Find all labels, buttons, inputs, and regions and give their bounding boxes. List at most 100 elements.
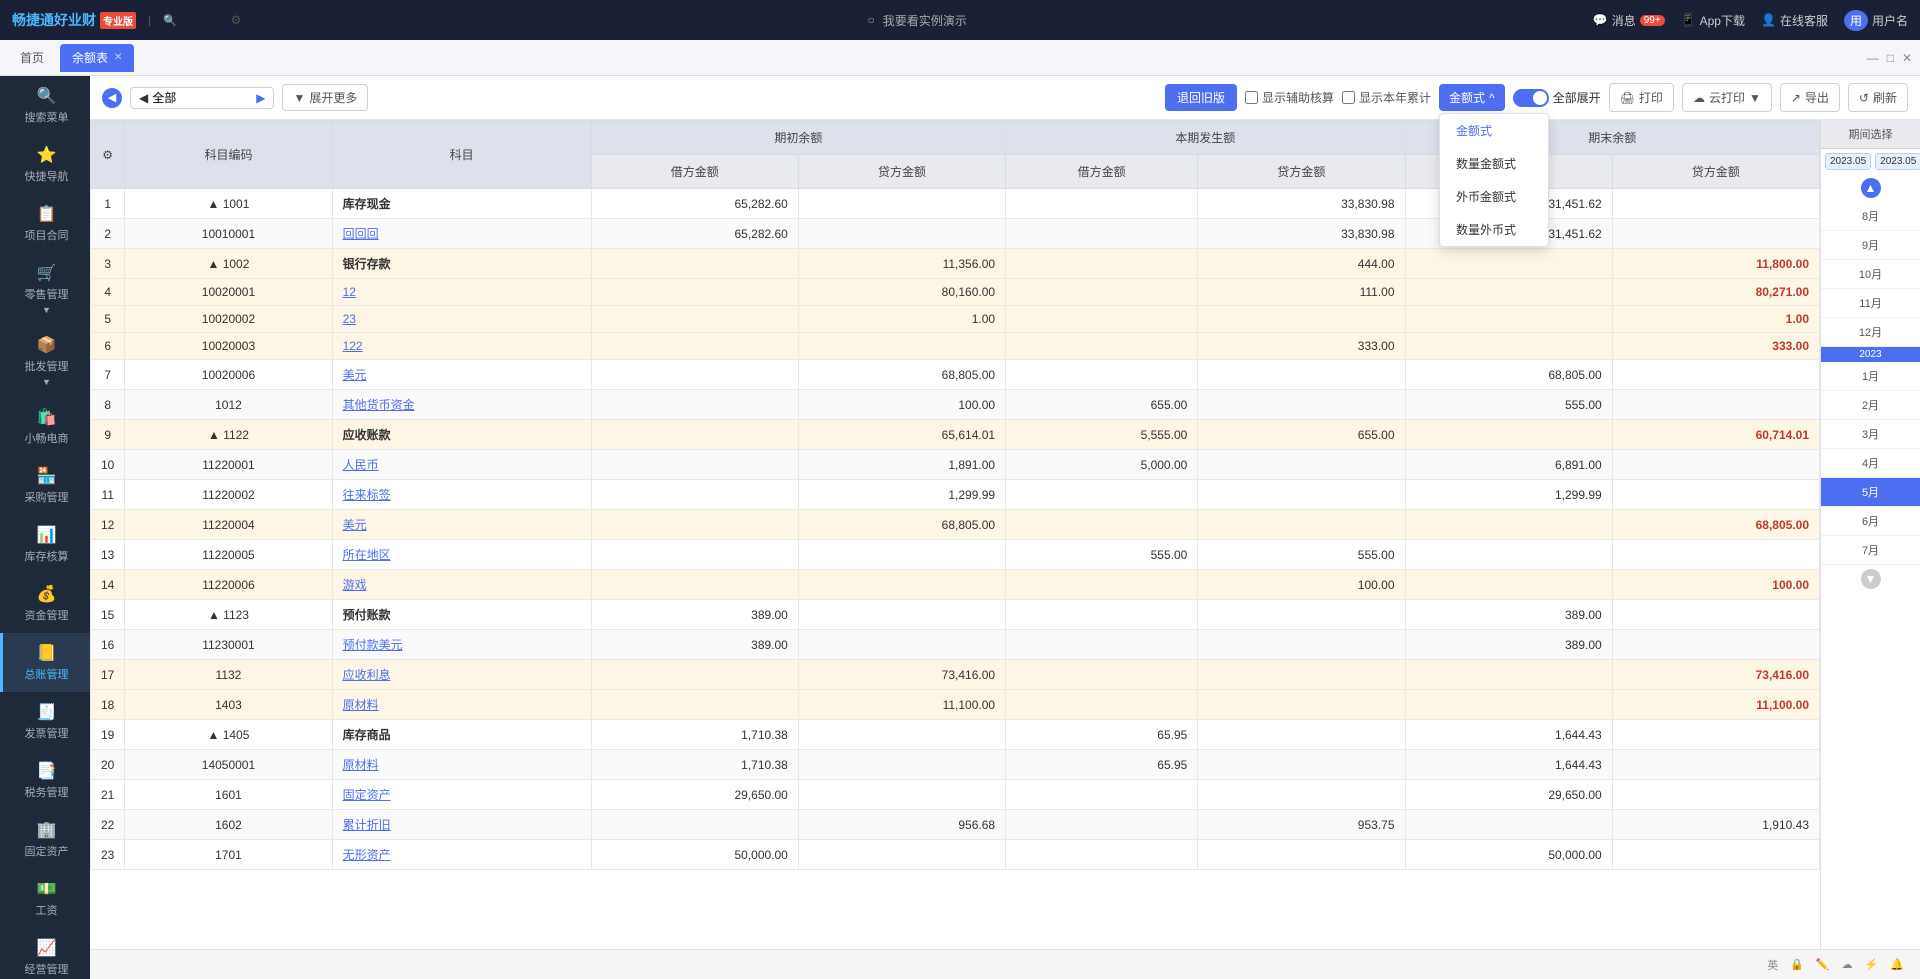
expand-more-button[interactable]: ▼ 展开更多 xyxy=(282,84,368,111)
refresh-button[interactable]: ↺ 刷新 xyxy=(1848,83,1908,112)
row-name[interactable]: 预付款美元 xyxy=(332,630,591,660)
month-12[interactable]: 12月 xyxy=(1821,318,1920,347)
sidebar-label-finance: 资金管理 xyxy=(25,607,69,623)
expand-all-toggle[interactable]: 全部展开 xyxy=(1513,89,1601,107)
row-name[interactable]: 美元 xyxy=(332,360,591,390)
mode-quantity-foreign[interactable]: 数量外币式 xyxy=(1440,213,1548,246)
sidebar-item-search[interactable]: 🔍 搜索菜单 xyxy=(0,76,90,135)
month-1[interactable]: 1月 xyxy=(1821,362,1920,391)
search-forward-icon[interactable]: ▶ xyxy=(256,91,265,105)
th-settings[interactable]: ⚙ xyxy=(91,121,125,189)
sidebar-item-invoice[interactable]: 🧾 发票管理 xyxy=(0,692,90,751)
month-5[interactable]: 5月 xyxy=(1821,478,1920,507)
period-up-button[interactable]: ▲ xyxy=(1861,178,1881,198)
close-button[interactable]: ✕ xyxy=(1902,51,1912,65)
month-6[interactable]: 6月 xyxy=(1821,507,1920,536)
back-button[interactable]: ◀ xyxy=(102,88,122,108)
month-9[interactable]: 9月 xyxy=(1821,231,1920,260)
row-name[interactable]: 应收利息 xyxy=(332,660,591,690)
table-row: 16 11230001 预付款美元 389.00 389.00 xyxy=(91,630,1820,660)
row-name[interactable]: 23 xyxy=(332,306,591,333)
messages-button[interactable]: 💬 消息 99+ xyxy=(1593,12,1665,29)
sidebar-item-ledger[interactable]: 📒 总账管理 xyxy=(0,633,90,692)
print-button[interactable]: 🖨 打印 xyxy=(1609,83,1674,112)
sidebar-item-wholesale[interactable]: 📦 批发管理 ▼ xyxy=(0,325,90,397)
app-logo: 畅捷通好业财 专业版 xyxy=(12,10,136,30)
maximize-button[interactable]: □ xyxy=(1887,51,1894,65)
tab-home[interactable]: 首页 xyxy=(8,44,56,72)
row-name[interactable]: 美元 xyxy=(332,510,591,540)
export-button[interactable]: ↗ 导出 xyxy=(1780,83,1840,112)
row-name[interactable]: 原材料 xyxy=(332,750,591,780)
month-2[interactable]: 2月 xyxy=(1821,391,1920,420)
sidebar-item-inventory[interactable]: 📊 库存核算 xyxy=(0,515,90,574)
period-down-button[interactable]: ▼ xyxy=(1861,569,1881,589)
row-ob-credit: 1,299.99 xyxy=(798,480,1005,510)
month-3[interactable]: 3月 xyxy=(1821,420,1920,449)
sidebar-item-finance[interactable]: 💰 资金管理 xyxy=(0,574,90,633)
row-cb-debit xyxy=(1405,570,1612,600)
search-box[interactable]: ◀ ▶ xyxy=(130,87,274,109)
inventory-icon: 📊 xyxy=(37,525,57,545)
row-name[interactable]: 其他货币资金 xyxy=(332,390,591,420)
settings-icon[interactable]: ⚙ xyxy=(231,13,242,27)
toggle-switch[interactable] xyxy=(1513,89,1549,107)
row-cd-debit: 655.00 xyxy=(1006,390,1198,420)
month-4[interactable]: 4月 xyxy=(1821,449,1920,478)
sidebar-label-purchase: 采购管理 xyxy=(25,489,69,505)
row-name[interactable]: 原材料 xyxy=(332,690,591,720)
sidebar-item-tax[interactable]: 📑 税务管理 xyxy=(0,751,90,810)
sidebar-item-quick-nav[interactable]: ⭐ 快捷导航 xyxy=(0,135,90,194)
table-container[interactable]: ⚙ 科目编码 科目 期初余额 本期发生额 期末余额 借方金额 贷方金额 借方金额… xyxy=(90,120,1820,949)
demo-link[interactable]: ○ 我要看实例演示 xyxy=(867,12,966,29)
sidebar-item-ecommerce[interactable]: 🛍️ 小畅电商 xyxy=(0,397,90,456)
table-row: 20 14050001 原材料 1,710.38 65.95 1,644.43 xyxy=(91,750,1820,780)
row-name[interactable]: 游戏 xyxy=(332,570,591,600)
row-num: 22 xyxy=(91,810,125,840)
month-7[interactable]: 7月 xyxy=(1821,536,1920,565)
tab-close-icon[interactable]: ✕ xyxy=(114,52,122,63)
sidebar-item-assets[interactable]: 🏢 固定资产 xyxy=(0,810,90,869)
row-name[interactable]: 122 xyxy=(332,333,591,360)
row-name[interactable]: 往来标签 xyxy=(332,480,591,510)
row-name[interactable]: 固定资产 xyxy=(332,780,591,810)
sidebar-item-project[interactable]: 📋 项目合同 xyxy=(0,194,90,253)
minimize-button[interactable]: — xyxy=(1867,51,1879,65)
expand-all-label: 全部展开 xyxy=(1553,89,1601,106)
month-10[interactable]: 10月 xyxy=(1821,260,1920,289)
row-name: 银行存款 xyxy=(332,249,591,279)
mode-amount[interactable]: 金额式 xyxy=(1440,114,1548,147)
month-8[interactable]: 8月 xyxy=(1821,202,1920,231)
sidebar-item-payroll[interactable]: 💵 工资 xyxy=(0,869,90,928)
sidebar-item-purchase[interactable]: 🏪 采购管理 xyxy=(0,456,90,515)
row-cd-debit xyxy=(1006,570,1198,600)
status-lang[interactable]: 英 xyxy=(1767,957,1778,973)
sidebar-item-operations[interactable]: 📈 经营管理 xyxy=(0,928,90,979)
period-start[interactable]: 2023.05 xyxy=(1825,153,1871,170)
year-total-checkbox[interactable] xyxy=(1342,91,1355,104)
service-button[interactable]: 👤 在线客服 xyxy=(1761,12,1828,29)
period-end[interactable]: 2023.05 xyxy=(1875,153,1920,170)
row-cb-debit: 1,299.99 xyxy=(1405,480,1612,510)
auxiliary-checkbox[interactable] xyxy=(1245,91,1258,104)
tab-balance-sheet[interactable]: 余额表 ✕ xyxy=(60,44,134,72)
quick-nav-icon: ⭐ xyxy=(37,145,57,165)
return-old-version-button[interactable]: 退回旧版 xyxy=(1165,84,1237,111)
search-input[interactable] xyxy=(152,91,252,105)
cloud-print-button[interactable]: ☁ 云打印 ▼ xyxy=(1682,83,1772,112)
sidebar-item-retail[interactable]: 🛒 零售管理 ▼ xyxy=(0,253,90,325)
user-info[interactable]: 用 用户名 xyxy=(1844,10,1908,31)
row-name[interactable]: 无形资产 xyxy=(332,840,591,870)
row-num: 3 xyxy=(91,249,125,279)
row-name[interactable]: 人民币 xyxy=(332,450,591,480)
window-controls: — □ ✕ xyxy=(1867,51,1912,65)
display-mode-button[interactable]: 金额式 ^ xyxy=(1439,84,1505,111)
mode-foreign-amount[interactable]: 外币金额式 xyxy=(1440,180,1548,213)
row-name[interactable]: 12 xyxy=(332,279,591,306)
row-name[interactable]: 回回回 xyxy=(332,219,591,249)
row-name[interactable]: 累计折旧 xyxy=(332,810,591,840)
row-name[interactable]: 所在地区 xyxy=(332,540,591,570)
month-11[interactable]: 11月 xyxy=(1821,289,1920,318)
download-button[interactable]: 📱 App下载 xyxy=(1681,12,1745,29)
mode-quantity-amount[interactable]: 数量金额式 xyxy=(1440,147,1548,180)
